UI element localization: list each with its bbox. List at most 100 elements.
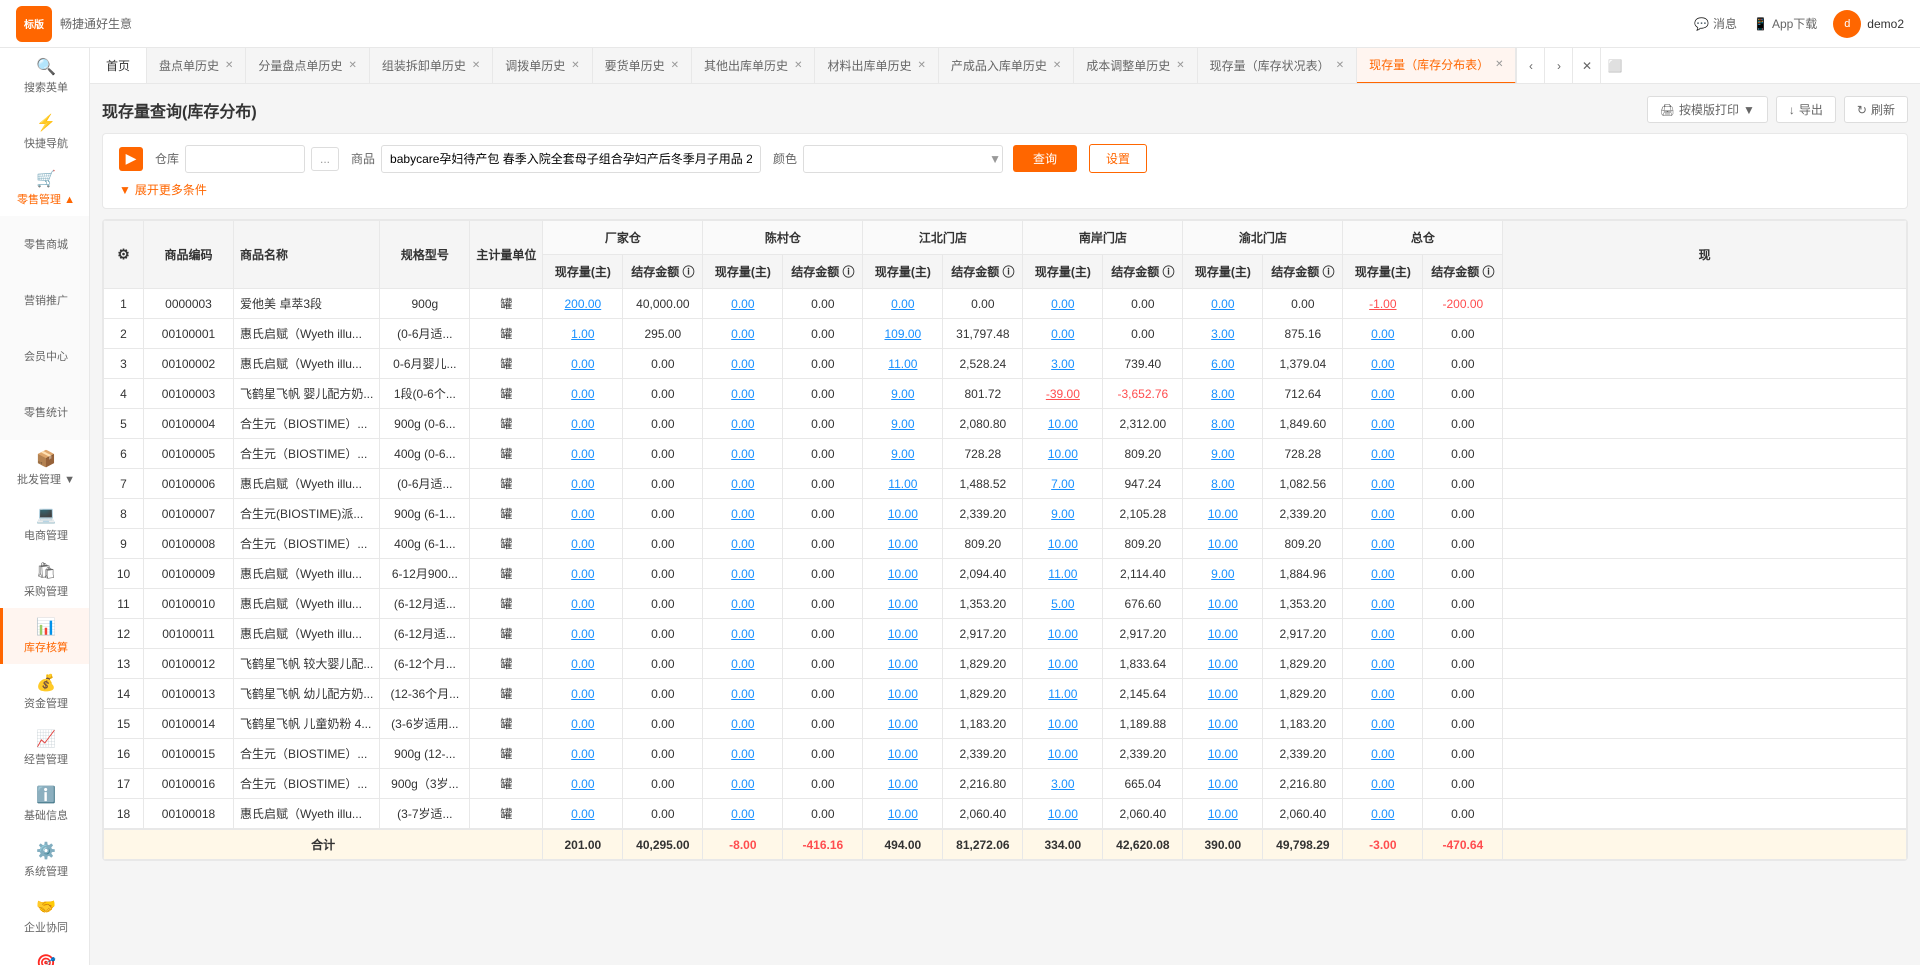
cell-nanan-stock[interactable]: 10.00 (1023, 529, 1103, 559)
sidebar-item-basic[interactable]: ℹ️ 基础信息 (0, 776, 89, 832)
cell-chen-stock[interactable]: 0.00 (703, 289, 783, 319)
export-btn[interactable]: ↓ 导出 (1776, 96, 1836, 123)
cell-factory-stock[interactable]: 0.00 (543, 619, 623, 649)
tab-home[interactable]: 首页 (90, 48, 147, 84)
tab-points-history[interactable]: 分量盘点单历史 ✕ (246, 48, 369, 84)
cell-chen-stock[interactable]: 0.00 (703, 469, 783, 499)
cell-nanan-stock[interactable]: 11.00 (1023, 559, 1103, 589)
cell-total-stock[interactable]: 0.00 (1343, 559, 1423, 589)
sidebar-item-purchase[interactable]: 🛍 采购管理 (0, 552, 89, 608)
print-btn[interactable]: 🖨 按模版打印 ▼ (1647, 96, 1768, 123)
tab-stock-status-close[interactable]: ✕ (1336, 60, 1344, 71)
sidebar-item-operations[interactable]: 📈 经营管理 (0, 720, 89, 776)
cell-nanan-stock[interactable]: 7.00 (1023, 469, 1103, 499)
cell-nanan-stock[interactable]: 5.00 (1023, 589, 1103, 619)
cell-jiangbei-stock[interactable]: 10.00 (863, 559, 943, 589)
cell-yubeibei-stock[interactable]: 9.00 (1183, 439, 1263, 469)
sidebar-item-retail-stats[interactable]: 零售统计 (0, 384, 89, 440)
cell-total-stock[interactable]: 0.00 (1343, 439, 1423, 469)
cell-jiangbei-stock[interactable]: 10.00 (863, 649, 943, 679)
cell-nanan-stock[interactable]: 0.00 (1023, 289, 1103, 319)
cell-yubeibei-stock[interactable]: 10.00 (1183, 679, 1263, 709)
cell-jiangbei-stock[interactable]: 10.00 (863, 529, 943, 559)
cell-nanan-stock[interactable]: 10.00 (1023, 799, 1103, 830)
cell-factory-stock[interactable]: 0.00 (543, 499, 623, 529)
cell-total-stock[interactable]: 0.00 (1343, 619, 1423, 649)
cell-yubeibei-stock[interactable]: 8.00 (1183, 379, 1263, 409)
cell-total-stock[interactable]: 0.00 (1343, 409, 1423, 439)
cell-chen-stock[interactable]: 0.00 (703, 409, 783, 439)
tab-transfer-history-close[interactable]: ✕ (571, 60, 579, 71)
cell-chen-stock[interactable]: 0.00 (703, 349, 783, 379)
cell-yubeibei-stock[interactable]: 6.00 (1183, 349, 1263, 379)
cell-jiangbei-stock[interactable]: 11.00 (863, 469, 943, 499)
cell-factory-stock[interactable]: 0.00 (543, 679, 623, 709)
cell-factory-stock[interactable]: 0.00 (543, 439, 623, 469)
cell-chen-stock[interactable]: 0.00 (703, 709, 783, 739)
expand-conditions-btn[interactable]: ▼ 展开更多条件 (119, 181, 207, 198)
sidebar-item-system[interactable]: ⚙️ 系统管理 (0, 832, 89, 888)
cell-nanan-stock[interactable]: 3.00 (1023, 349, 1103, 379)
cell-nanan-stock[interactable]: 3.00 (1023, 769, 1103, 799)
sidebar-item-search[interactable]: 🔍 搜索英单 (0, 48, 89, 104)
cell-factory-stock[interactable]: 0.00 (543, 469, 623, 499)
cell-yubeibei-stock[interactable]: 9.00 (1183, 559, 1263, 589)
cell-yubeibei-stock[interactable]: 10.00 (1183, 589, 1263, 619)
cell-yubeibei-stock[interactable]: 8.00 (1183, 409, 1263, 439)
cell-chen-stock[interactable]: 0.00 (703, 619, 783, 649)
cell-yubeibei-stock[interactable]: 10.00 (1183, 619, 1263, 649)
cell-yubeibei-stock[interactable]: 10.00 (1183, 649, 1263, 679)
tab-other-out-close[interactable]: ✕ (794, 60, 802, 71)
sidebar-item-member[interactable]: 会员中心 (0, 328, 89, 384)
cell-factory-stock[interactable]: 0.00 (543, 529, 623, 559)
tab-cost-adjust-close[interactable]: ✕ (1176, 60, 1184, 71)
cell-yubeibei-stock[interactable]: 3.00 (1183, 319, 1263, 349)
tab-transfer-history[interactable]: 调拨单历史 ✕ (493, 48, 592, 84)
cell-yubeibei-stock[interactable]: 10.00 (1183, 499, 1263, 529)
cell-jiangbei-stock[interactable]: 10.00 (863, 679, 943, 709)
tab-stock-dist[interactable]: 现存量（库存分布表） ✕ (1357, 48, 1516, 84)
cell-total-stock[interactable]: 0.00 (1343, 469, 1423, 499)
cell-jiangbei-stock[interactable]: 10.00 (863, 739, 943, 769)
tab-stock-status[interactable]: 现存量（库存状况表） ✕ (1198, 48, 1357, 84)
cell-nanan-stock[interactable]: 11.00 (1023, 679, 1103, 709)
cell-factory-stock[interactable]: 0.00 (543, 709, 623, 739)
cell-nanan-stock[interactable]: 10.00 (1023, 409, 1103, 439)
cell-factory-stock[interactable]: 0.00 (543, 559, 623, 589)
cell-jiangbei-stock[interactable]: 10.00 (863, 499, 943, 529)
warehouse-input[interactable] (185, 145, 305, 173)
cell-jiangbei-stock[interactable]: 10.00 (863, 619, 943, 649)
cell-chen-stock[interactable]: 0.00 (703, 379, 783, 409)
cell-chen-stock[interactable]: 0.00 (703, 739, 783, 769)
tab-stock-single[interactable]: 盘点单历史 ✕ (147, 48, 246, 84)
cell-total-stock[interactable]: 0.00 (1343, 319, 1423, 349)
sidebar-item-inventory[interactable]: 📊 库存核算 (0, 608, 89, 664)
cell-yubeibei-stock[interactable]: 10.00 (1183, 739, 1263, 769)
cell-total-stock[interactable]: 0.00 (1343, 739, 1423, 769)
cell-factory-stock[interactable]: 0.00 (543, 589, 623, 619)
goods-input[interactable] (381, 145, 761, 173)
tab-combo-disassemble-close[interactable]: ✕ (472, 60, 480, 71)
refresh-btn[interactable]: ↻ 刷新 (1844, 96, 1908, 123)
cell-factory-stock[interactable]: 0.00 (543, 409, 623, 439)
sidebar-item-wholesale[interactable]: 📦 批发管理 ▼ (0, 440, 89, 496)
cell-chen-stock[interactable]: 0.00 (703, 649, 783, 679)
cell-nanan-stock[interactable]: 9.00 (1023, 499, 1103, 529)
cell-chen-stock[interactable]: 0.00 (703, 319, 783, 349)
cell-chen-stock[interactable]: 0.00 (703, 439, 783, 469)
cell-total-stock[interactable]: 0.00 (1343, 679, 1423, 709)
tab-points-history-close[interactable]: ✕ (348, 60, 356, 71)
tab-prev-btn[interactable]: ‹ (1516, 48, 1544, 84)
cell-chen-stock[interactable]: 0.00 (703, 799, 783, 830)
cell-chen-stock[interactable]: 0.00 (703, 589, 783, 619)
cell-total-stock[interactable]: 0.00 (1343, 799, 1423, 830)
cell-yubeibei-stock[interactable]: 8.00 (1183, 469, 1263, 499)
sidebar-item-marketing[interactable]: 营销推广 (0, 272, 89, 328)
cell-nanan-stock[interactable]: 10.00 (1023, 739, 1103, 769)
sidebar-item-ecommerce[interactable]: 💻 电商管理 (0, 496, 89, 552)
cell-jiangbei-stock[interactable]: 109.00 (863, 319, 943, 349)
color-input[interactable] (803, 145, 1003, 173)
tab-other-out[interactable]: 其他出库单历史 ✕ (692, 48, 815, 84)
cell-factory-stock[interactable]: 0.00 (543, 769, 623, 799)
cell-nanan-stock[interactable]: 0.00 (1023, 319, 1103, 349)
